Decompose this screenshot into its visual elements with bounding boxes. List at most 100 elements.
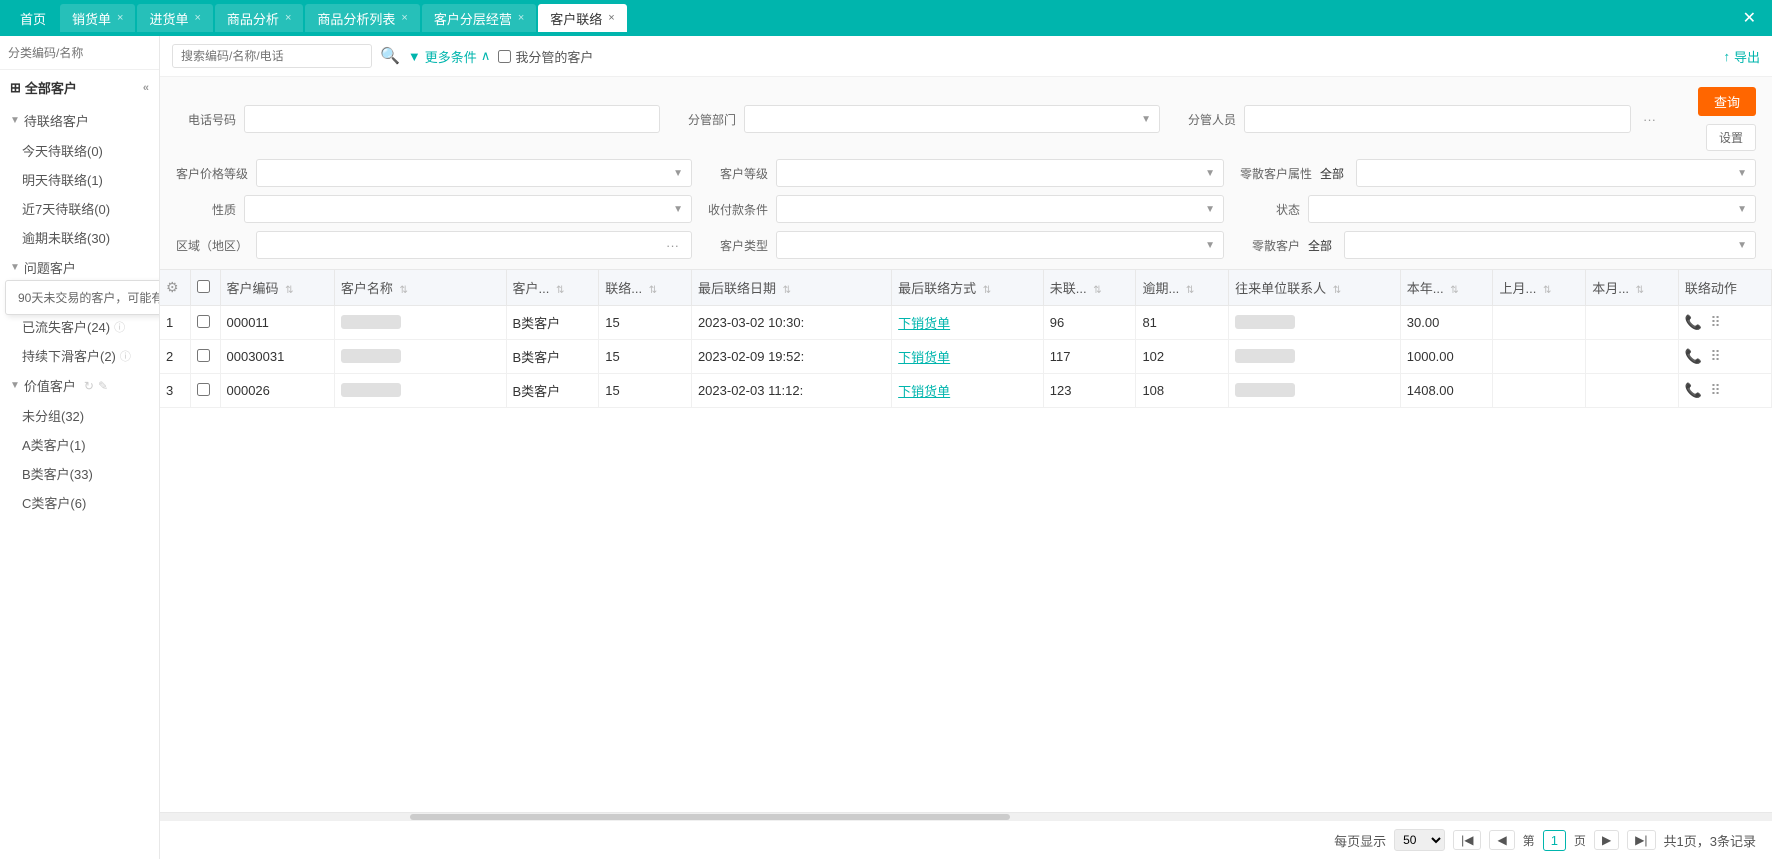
th-last-month[interactable]: 上月... ⇅	[1493, 270, 1586, 306]
action-phone-icon-2[interactable]: 📞	[1685, 382, 1702, 399]
tab-customer-contact[interactable]: 客户联络 ×	[538, 4, 626, 32]
sidebar-item-churned[interactable]: 已流失客户(24) ⓘ	[0, 312, 159, 341]
sidebar-item-tomorrow[interactable]: 明天待联络(1)	[0, 165, 159, 194]
action-more-icon-1[interactable]: ⠿	[1710, 348, 1720, 365]
next-page-button[interactable]: ▶	[1594, 830, 1619, 850]
prev-page-button[interactable]: ◀	[1489, 830, 1514, 850]
th-contact[interactable]: 联络... ⇅	[599, 270, 692, 306]
cell-checkbox[interactable]	[190, 306, 220, 340]
my-customers-filter[interactable]: 我分管的客户	[498, 47, 593, 66]
tab-purchase-order-close[interactable]: ×	[194, 12, 200, 24]
th-customer-code[interactable]: 客户编码 ⇅	[220, 270, 334, 306]
row-checkbox-2[interactable]	[197, 383, 210, 396]
filter-payment-select[interactable]: ▼	[776, 195, 1224, 223]
th-no-contact[interactable]: 未联... ⇅	[1043, 270, 1136, 306]
action-phone-icon-0[interactable]: 📞	[1685, 314, 1702, 331]
filter-price-level-select[interactable]: ▼	[256, 159, 692, 187]
sidebar-item-class-a[interactable]: A类客户(1)	[0, 430, 159, 459]
th-last-contact-method[interactable]: 最后联络方式 ⇅	[892, 270, 1044, 306]
filter-search-input[interactable]	[172, 44, 372, 68]
filter-nature-select[interactable]: ▼	[244, 195, 692, 223]
window-close-button[interactable]: ✕	[1735, 8, 1764, 28]
chevron-down-icon5: ▼	[1737, 168, 1747, 179]
sidebar-item-declining[interactable]: 持续下滑客户(2) ⓘ	[0, 341, 159, 370]
filter-zero-retail-select[interactable]: ▼	[1344, 231, 1756, 259]
row-checkbox-1[interactable]	[197, 349, 210, 362]
filter-status-select[interactable]: ▼	[1308, 195, 1756, 223]
export-button[interactable]: ↑ 导出	[1723, 47, 1760, 66]
filter-phone-input[interactable]	[244, 105, 660, 133]
my-customers-checkbox[interactable]	[498, 50, 511, 63]
tab-purchase-order[interactable]: 进货单 ×	[137, 4, 212, 32]
page-size-select[interactable]: 50 100 200	[1394, 829, 1445, 851]
tab-sales-order-close[interactable]: ×	[117, 12, 123, 24]
cell-contact: 15	[599, 306, 692, 340]
th-unit-contact[interactable]: 往来单位联系人 ⇅	[1229, 270, 1401, 306]
cell-unit-contact	[1229, 340, 1401, 374]
th-settings[interactable]: ⚙	[160, 270, 190, 306]
manager-more-dots[interactable]: ···	[1639, 112, 1660, 127]
scrollbar-thumb[interactable]	[410, 814, 1010, 820]
th-this-year[interactable]: 本年... ⇅	[1400, 270, 1493, 306]
horizontal-scrollbar[interactable]	[160, 812, 1772, 820]
select-all-checkbox[interactable]	[197, 280, 210, 293]
filter-more-conditions-button[interactable]: ▼ 更多条件 ∧	[408, 47, 490, 66]
sidebar-item-overdue[interactable]: 逾期未联络(30)	[0, 223, 159, 252]
contact-method-link-2[interactable]: 下销货单	[898, 384, 950, 399]
action-more-icon-0[interactable]: ⠿	[1710, 314, 1720, 331]
th-overdue[interactable]: 逾期... ⇅	[1136, 270, 1229, 306]
filter-area-select[interactable]: ···	[256, 231, 692, 259]
area-more-dots[interactable]: ···	[662, 238, 683, 253]
sidebar-item-7days[interactable]: 近7天待联络(0)	[0, 194, 159, 223]
cell-checkbox[interactable]	[190, 374, 220, 408]
sidebar-item-class-b[interactable]: B类客户(33)	[0, 459, 159, 488]
filter-zero-retail-attr-select[interactable]: ▼	[1356, 159, 1756, 187]
th-customer-name[interactable]: 客户名称 ⇅	[334, 270, 506, 306]
sidebar-group-value[interactable]: ▼ 价值客户 ↻ ✎	[0, 370, 159, 401]
action-more-icon-2[interactable]: ⠿	[1710, 382, 1720, 399]
filter-manager-select[interactable]	[1244, 105, 1631, 133]
settings-icon[interactable]: ⚙	[166, 279, 179, 295]
tab-product-analysis-close[interactable]: ×	[285, 12, 291, 24]
th-customer-type[interactable]: 客户... ⇅	[506, 270, 599, 306]
refresh-icon[interactable]: ↻	[84, 379, 94, 393]
th-this-month[interactable]: 本月... ⇅	[1586, 270, 1679, 306]
tab-customer-tiered[interactable]: 客户分层经营 ×	[422, 4, 536, 32]
tab-customer-contact-close[interactable]: ×	[608, 12, 614, 24]
sidebar-collapse-icon[interactable]: «	[143, 82, 149, 94]
tab-home[interactable]: 首页	[8, 4, 58, 32]
row-checkbox-0[interactable]	[197, 315, 210, 328]
filter-search-button[interactable]: 🔍	[380, 46, 400, 66]
sidebar-search-input[interactable]	[8, 46, 160, 60]
setting-button[interactable]: 设置	[1706, 124, 1756, 151]
filter-customer-type-select[interactable]: ▼	[776, 231, 1224, 259]
tab-customer-contact-label: 客户联络	[550, 9, 602, 28]
edit-icon[interactable]: ✎	[98, 379, 108, 393]
cell-last-contact-method[interactable]: 下销货单	[892, 374, 1044, 408]
contact-method-link-1[interactable]: 下销货单	[898, 350, 950, 365]
th-last-contact-date[interactable]: 最后联络日期 ⇅	[691, 270, 891, 306]
filter-dept-select[interactable]: ▼	[744, 105, 1160, 133]
filter-customer-level-select[interactable]: ▼	[776, 159, 1224, 187]
cell-last-contact-method[interactable]: 下销货单	[892, 306, 1044, 340]
sidebar-item-class-c[interactable]: C类客户(6)	[0, 488, 159, 517]
tab-customer-tiered-close[interactable]: ×	[518, 12, 524, 24]
sidebar-group-pending[interactable]: ▼ 待联络客户	[0, 105, 159, 136]
cell-checkbox[interactable]	[190, 340, 220, 374]
last-page-button[interactable]: ▶|	[1627, 830, 1655, 850]
chevron-down-icon7: ▼	[1205, 204, 1215, 215]
first-page-button[interactable]: |◀	[1453, 830, 1481, 850]
sidebar-item-ungrouped[interactable]: 未分组(32)	[0, 401, 159, 430]
sidebar-root[interactable]: ⊞ 全部客户 «	[0, 70, 159, 105]
tab-product-analysis[interactable]: 商品分析 ×	[215, 4, 303, 32]
cell-last-contact-method[interactable]: 下销货单	[892, 340, 1044, 374]
tab-sales-order[interactable]: 销货单 ×	[60, 4, 135, 32]
query-button[interactable]: 查询	[1698, 87, 1756, 116]
chevron-down-icon9: ▼	[1205, 240, 1215, 251]
tab-product-analysis-list[interactable]: 商品分析列表 ×	[305, 4, 419, 32]
sidebar-group-problem[interactable]: ▼ 问题客户	[0, 252, 159, 283]
sidebar-item-today[interactable]: 今天待联络(0)	[0, 136, 159, 165]
action-phone-icon-1[interactable]: 📞	[1685, 348, 1702, 365]
contact-method-link-0[interactable]: 下销货单	[898, 316, 950, 331]
tab-product-analysis-list-close[interactable]: ×	[401, 12, 407, 24]
